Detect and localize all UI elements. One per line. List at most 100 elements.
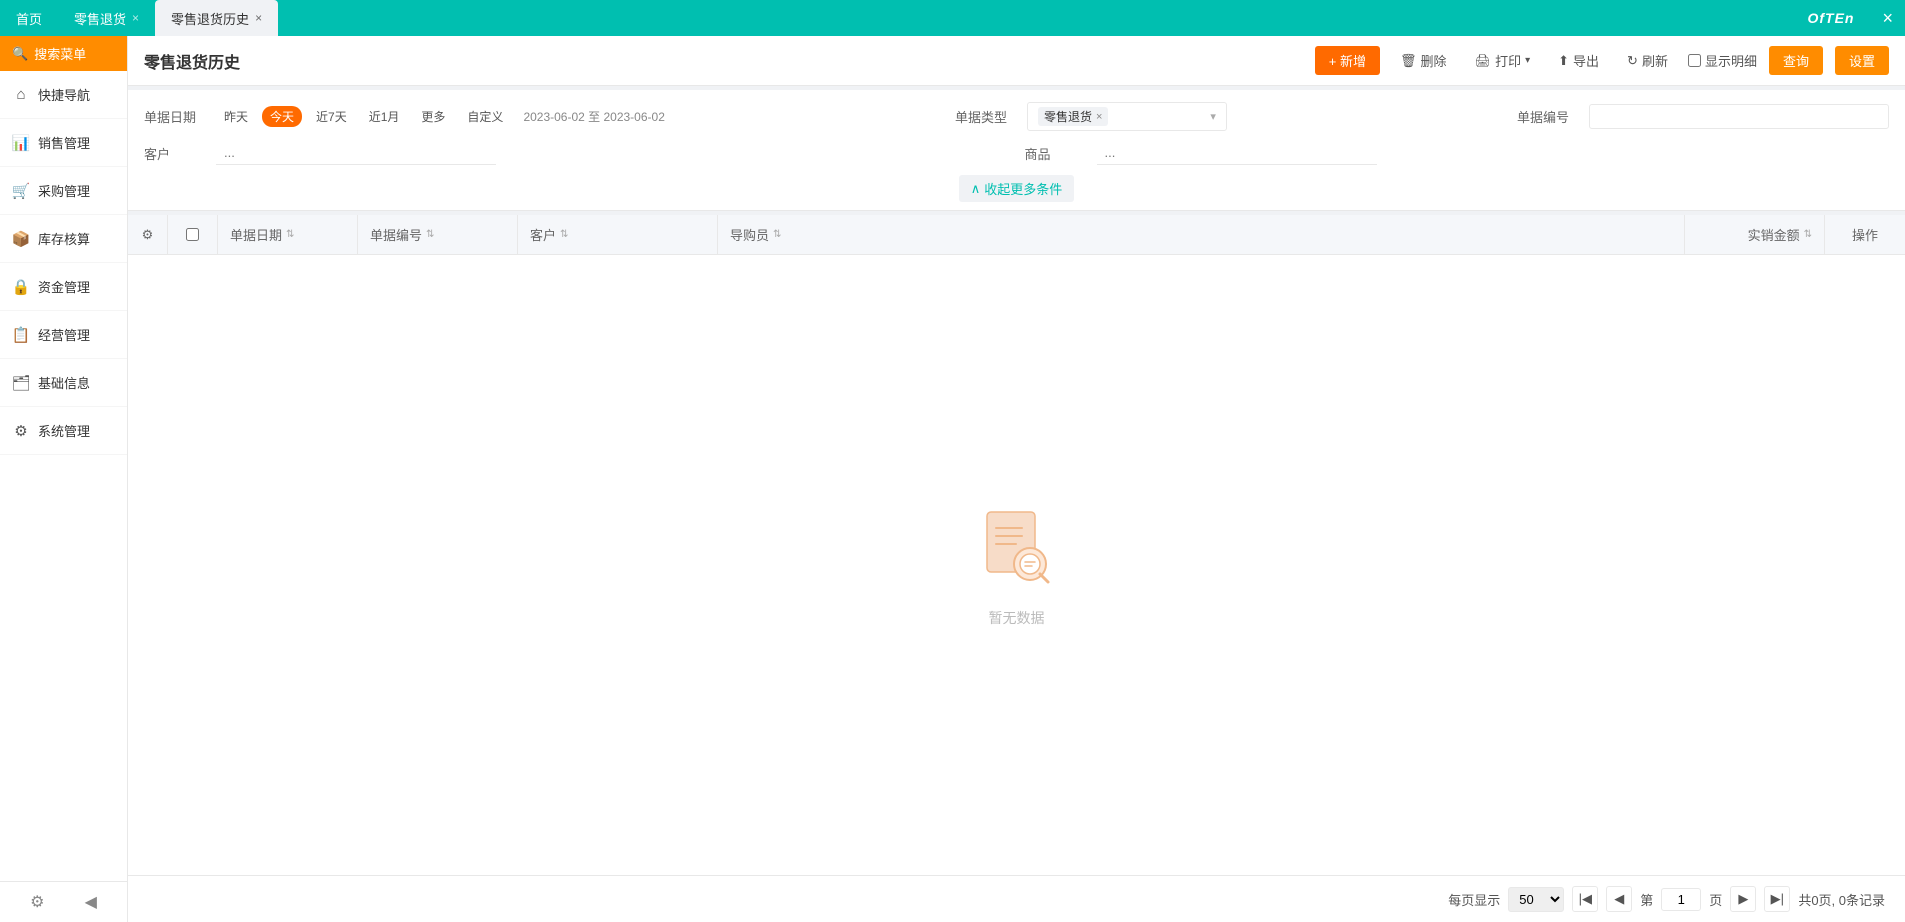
delete-icon: 🗑 [1400,53,1417,69]
tab-home-label: 首页 [16,9,42,28]
collapse-filter-label: 收起更多条件 [984,179,1062,198]
display-detail-checkbox[interactable]: 显示明细 [1688,51,1757,70]
customer-input[interactable] [216,141,496,165]
voucher-type-select[interactable]: 零售退货 × ▾ [1027,102,1227,131]
empty-text: 暂无数据 [989,608,1045,628]
voucher-number-input[interactable] [1589,104,1889,129]
date-btn-yesterday[interactable]: 昨天 [216,106,256,127]
th-ops-label: 操作 [1852,225,1878,244]
date-btn-7days[interactable]: 近7天 [308,106,355,127]
tab-retail-return-label: 零售退货 [74,9,126,28]
settings-config-button[interactable]: 设置 [1835,46,1889,75]
voucher-type-chevron: ▾ [1210,110,1216,123]
th-amount[interactable]: 实销金额 ⇅ [1685,215,1825,254]
page-number-input[interactable] [1661,888,1701,911]
print-icon: 🖨 [1475,53,1492,69]
date-btn-1month[interactable]: 近1月 [361,106,408,127]
date-range-display: 2023-06-02 至 2023-06-02 [523,108,664,125]
tab-retail-return-close[interactable]: × [132,11,139,25]
collapse-filter-button[interactable]: ∧ 收起更多条件 [959,175,1075,202]
export-button-label: 导出 [1573,51,1599,70]
th-guide[interactable]: 导购员 ⇅ [718,215,1685,254]
date-btn-today[interactable]: 今天 [262,106,302,127]
sidebar-item-basic-info[interactable]: 🗂 基础信息 [0,359,127,407]
header-actions: + 新增 🗑 删除 🖨 打印 ▾ ⬆ 导出 ↻ 刷新 [1315,46,1889,75]
th-guide-label: 导购员 [730,225,769,244]
delete-button[interactable]: 🗑 删除 [1392,47,1455,74]
next-page-button[interactable]: ▶ [1730,886,1756,912]
date-label: 单据日期 [144,107,200,126]
search-icon: 🔍 [12,46,28,62]
filter-row-2: 客户 商品 [144,141,1889,165]
display-detail-label: 显示明细 [1705,51,1757,70]
page-size-select[interactable]: 50 20 100 [1508,887,1564,912]
th-amount-sort-icon: ⇅ [1804,229,1812,240]
sidebar-item-inventory-label: 库存核算 [38,229,90,248]
top-close-button[interactable]: × [1870,8,1905,29]
sidebar-item-sales-label: 销售管理 [38,133,90,152]
table-container: ⚙ 单据日期 ⇅ 单据编号 ⇅ 客户 ⇅ 导购员 [128,215,1905,922]
voucher-number-label: 单据编号 [1517,107,1573,126]
new-button[interactable]: + 新增 [1315,46,1380,75]
sidebar-bottom: ⚙ ◀ [0,881,127,922]
sidebar-item-sales[interactable]: 📊 销售管理 [0,119,127,167]
select-all-checkbox[interactable] [186,228,199,241]
goods-input[interactable] [1097,141,1377,165]
sidebar-item-purchase[interactable]: 🛒 采购管理 [0,167,127,215]
query-button[interactable]: 查询 [1769,46,1823,75]
sidebar-item-system[interactable]: ⚙ 系统管理 [0,407,127,455]
tab-bar: 首页 零售退货 × 零售退货历史 × [0,0,1807,36]
page-word-suffix: 页 [1709,890,1722,909]
display-detail-input[interactable] [1688,54,1701,67]
th-customer[interactable]: 客户 ⇅ [518,215,718,254]
refresh-icon: ↻ [1627,53,1638,69]
settings-button[interactable]: ⚙ [30,892,44,912]
first-page-button[interactable]: |◀ [1572,886,1598,912]
filter-area: 单据日期 昨天 今天 近7天 近1月 更多 自定义 2023-06-02 至 2… [128,90,1905,211]
filter-row-1: 单据日期 昨天 今天 近7天 近1月 更多 自定义 2023-06-02 至 2… [144,102,1889,131]
query-button-label: 查询 [1783,51,1809,70]
sidebar-item-quick-nav[interactable]: ⌂ 快捷导航 [0,71,127,119]
refresh-button[interactable]: ↻ 刷新 [1619,47,1676,74]
sidebar-search[interactable]: 🔍 搜索菜单 [0,36,127,71]
info-icon: 🗂 [12,374,30,392]
th-settings[interactable]: ⚙ [128,215,168,254]
top-brand-text: OfTEn [1807,10,1854,26]
prev-page-button[interactable]: ◀ [1606,886,1632,912]
tab-retail-return[interactable]: 零售退货 × [58,0,155,36]
sidebar: 🔍 搜索菜单 ⌂ 快捷导航 📊 销售管理 🛒 采购管理 📦 库存核算 🔒 [0,36,128,922]
sidebar-item-business[interactable]: 📋 经营管理 [0,311,127,359]
tab-retail-return-history-close[interactable]: × [255,11,262,25]
purchase-icon: 🛒 [12,182,30,200]
empty-illustration [972,502,1062,592]
collapse-sidebar-button[interactable]: ◀ [85,892,97,912]
th-voucher[interactable]: 单据编号 ⇅ [358,215,518,254]
sidebar-item-finance-label: 资金管理 [38,277,90,296]
date-btn-custom[interactable]: 自定义 [459,106,511,127]
tab-retail-return-history[interactable]: 零售退货历史 × [155,0,278,36]
goods-label: 商品 [1025,144,1081,163]
date-btn-more[interactable]: 更多 [413,106,453,127]
print-button[interactable]: 🖨 打印 ▾ [1467,47,1539,74]
export-icon: ⬆ [1558,53,1569,69]
export-button[interactable]: ⬆ 导出 [1550,47,1607,74]
date-shortcuts: 昨天 今天 近7天 近1月 更多 自定义 2023-06-02 至 2023-0… [216,106,665,127]
th-date[interactable]: 单据日期 ⇅ [218,215,358,254]
tab-retail-return-history-label: 零售退货历史 [171,9,249,28]
sidebar-item-purchase-label: 采购管理 [38,181,90,200]
new-button-label: + 新增 [1329,51,1366,70]
th-date-sort-icon: ⇅ [286,229,294,240]
last-page-button[interactable]: ▶| [1764,886,1790,912]
sidebar-search-label: 搜索菜单 [34,44,86,63]
tab-home[interactable]: 首页 [0,0,58,36]
th-checkbox[interactable] [168,215,218,254]
sidebar-item-inventory[interactable]: 📦 库存核算 [0,215,127,263]
sidebar-item-finance[interactable]: 🔒 资金管理 [0,263,127,311]
inventory-icon: 📦 [12,230,30,248]
page-header: 零售退货历史 + 新增 🗑 删除 🖨 打印 ▾ ⬆ 导出 [128,36,1905,86]
th-date-label: 单据日期 [230,225,282,244]
customer-label: 客户 [144,144,200,163]
pagination-bar: 每页显示 50 20 100 |◀ ◀ 第 页 ▶ ▶| 共0页, 0条记录 [128,875,1905,922]
home-icon: ⌂ [12,86,30,104]
voucher-type-tag-close[interactable]: × [1096,111,1102,123]
